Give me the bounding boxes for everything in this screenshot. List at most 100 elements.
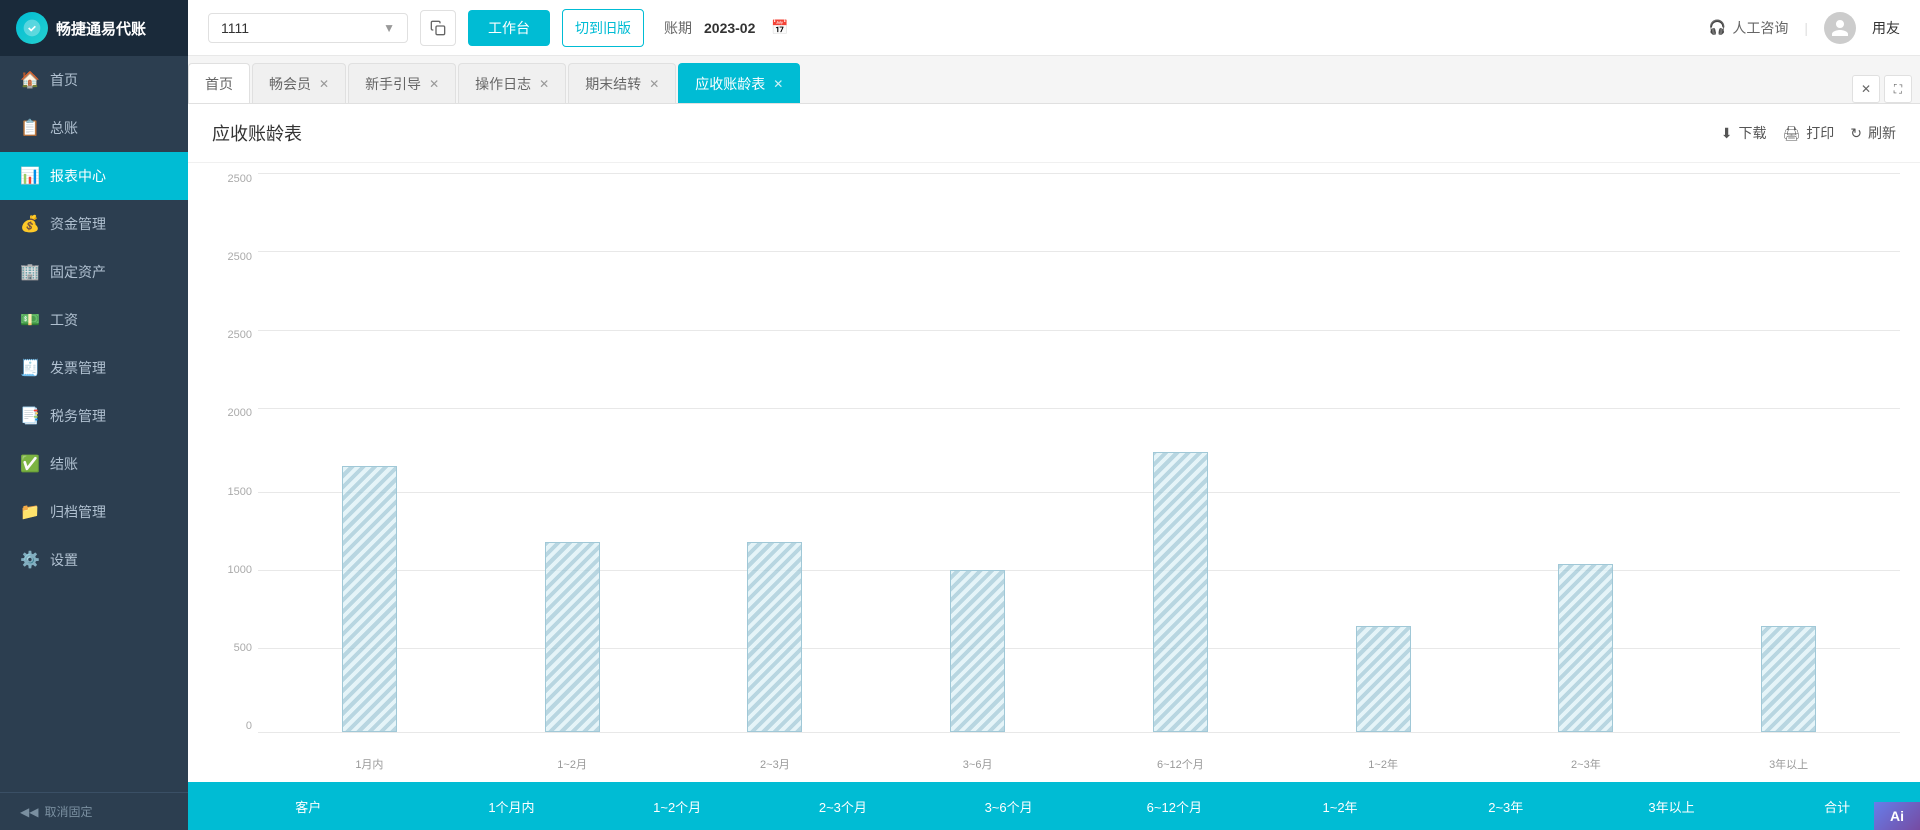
logo-icon	[16, 12, 48, 44]
tab-oplog[interactable]: 操作日志 ✕	[458, 63, 566, 103]
funds-icon: 💰	[20, 214, 40, 234]
x-label-5: 1~2年	[1356, 756, 1411, 772]
tab-guide[interactable]: 新手引导✕	[348, 63, 456, 103]
bar-group-6	[1558, 564, 1613, 732]
x-axis: 1月内 1~2月 2~3月 3~6月 6~12个月 1~2年 2~3年 3年以上	[258, 756, 1900, 772]
bar-group-4	[1153, 452, 1208, 732]
x-label-6: 2~3年	[1558, 756, 1613, 772]
x-label-4: 6~12个月	[1153, 756, 1208, 772]
bar-4	[1153, 452, 1208, 732]
salary-icon: 💵	[20, 310, 40, 330]
tab-home[interactable]: 首页	[188, 63, 250, 103]
support-button[interactable]: 🎧 人工咨询	[1709, 18, 1788, 38]
y-label: 2500	[228, 251, 252, 263]
copy-button[interactable]	[420, 10, 456, 46]
sidebar: 畅捷通易代账 🏠 首页 📋 总账 📊 报表中心 💰 资金管理 🏢 固定资产 💵 …	[0, 0, 188, 830]
tax-icon: 📑	[20, 406, 40, 426]
close-icon: ✅	[20, 454, 40, 474]
switch-old-button[interactable]: 切到旧版	[562, 9, 644, 47]
archive-icon: 📁	[20, 502, 40, 522]
chart-plot-area	[258, 173, 1900, 732]
tab-close-period-end[interactable]: ✕	[649, 78, 659, 90]
chart-container: 2500250025002000150010005000	[188, 163, 1920, 782]
tabs-actions: ✕ ⛶	[1844, 75, 1920, 103]
settings-icon: ⚙️	[20, 550, 40, 570]
sidebar-item-archive[interactable]: 📁 归档管理	[0, 488, 188, 536]
collapse-icon: ◀◀	[20, 805, 38, 819]
page-title: 应收账龄表	[212, 120, 302, 146]
sidebar-label-invoice: 发票管理	[50, 358, 106, 378]
bar-group-0	[342, 466, 397, 732]
bar-group-3	[950, 570, 1005, 732]
sidebar-item-funds[interactable]: 💰 资金管理	[0, 200, 188, 248]
table-header-2: 1~2个月	[594, 797, 760, 816]
x-label-3: 3~6月	[950, 756, 1005, 772]
download-label: 下载	[1738, 123, 1766, 143]
sidebar-item-tax[interactable]: 📑 税务管理	[0, 392, 188, 440]
logo-text: 畅捷通易代账	[56, 18, 146, 39]
y-axis: 2500250025002000150010005000	[212, 173, 252, 732]
print-button[interactable]: 🖨 打印	[1782, 123, 1834, 143]
y-label: 2500	[228, 173, 252, 185]
bar-0	[342, 466, 397, 732]
tab-close-member[interactable]: ✕	[319, 78, 329, 90]
download-button[interactable]: ⬇ 下载	[1721, 123, 1767, 143]
calendar-icon[interactable]: 📅	[771, 19, 788, 36]
sidebar-item-ledger[interactable]: 📋 总账	[0, 104, 188, 152]
tab-aging[interactable]: 应收账龄表✕	[678, 63, 800, 103]
header-right: 🎧 人工咨询 | 用友	[1709, 12, 1900, 44]
tab-label-home: 首页	[205, 74, 233, 94]
tab-period-end[interactable]: 期末结转 ✕	[568, 63, 676, 103]
print-icon: 🖨	[1782, 125, 1800, 142]
sidebar-label-assets: 固定资产	[50, 262, 106, 282]
ai-badge[interactable]: Ai	[1874, 802, 1920, 830]
content-area: 应收账龄表 ⬇ 下载 🖨 打印 ↻ 刷新	[188, 104, 1920, 830]
table-header-1: 1个月内	[429, 797, 595, 816]
sidebar-label-archive: 归档管理	[50, 502, 106, 522]
sidebar-label-settings: 设置	[50, 550, 78, 570]
sidebar-item-home[interactable]: 🏠 首页	[0, 56, 188, 104]
refresh-button[interactable]: ↻ 刷新	[1850, 123, 1896, 143]
x-label-7: 3年以上	[1761, 756, 1816, 772]
sidebar-logo[interactable]: 畅捷通易代账	[0, 0, 188, 56]
sidebar-item-assets[interactable]: 🏢 固定资产	[0, 248, 188, 296]
content-actions: ⬇ 下载 🖨 打印 ↻ 刷新	[1721, 123, 1896, 143]
tab-member[interactable]: 畅会员 ✕	[252, 63, 346, 103]
company-selector[interactable]: 1111 ▼	[208, 13, 408, 43]
company-name: 1111	[221, 20, 375, 36]
tab-label-member: 畅会员	[269, 74, 311, 94]
sidebar-label-close: 结账	[50, 454, 78, 474]
bar-group-1	[545, 542, 600, 732]
tab-close-aging[interactable]: ✕	[773, 78, 783, 90]
grid-line	[258, 732, 1900, 733]
tab-close-guide[interactable]: ✕	[429, 78, 439, 90]
tab-close-oplog[interactable]: ✕	[539, 78, 549, 90]
bar-5	[1356, 626, 1411, 732]
assets-icon: 🏢	[20, 262, 40, 282]
maximize-tab-button[interactable]: ⛶	[1884, 75, 1912, 103]
tab-label-period-end: 期末结转	[585, 74, 641, 94]
bar-group-2	[747, 542, 802, 732]
refresh-label: 刷新	[1868, 123, 1896, 143]
sidebar-label-ledger: 总账	[50, 118, 78, 138]
headset-icon: 🎧	[1709, 19, 1726, 36]
workbench-button[interactable]: 工作台	[468, 10, 550, 46]
tab-label-oplog: 操作日志	[475, 74, 531, 94]
sidebar-label-salary: 工资	[50, 310, 78, 330]
sidebar-item-salary[interactable]: 💵 工资	[0, 296, 188, 344]
sidebar-item-invoice[interactable]: 🧾 发票管理	[0, 344, 188, 392]
sidebar-item-reports[interactable]: 📊 报表中心	[0, 152, 188, 200]
invoice-icon: 🧾	[20, 358, 40, 378]
sidebar-item-close[interactable]: ✅ 结账	[0, 440, 188, 488]
sidebar-item-settings[interactable]: ⚙️ 设置	[0, 536, 188, 584]
period-value: 2023-02	[704, 20, 755, 36]
sidebar-nav: 🏠 首页 📋 总账 📊 报表中心 💰 资金管理 🏢 固定资产 💵 工资 🧾 发票…	[0, 56, 188, 792]
close-tab-button[interactable]: ✕	[1852, 75, 1880, 103]
y-label: 500	[234, 642, 252, 654]
user-name[interactable]: 用友	[1872, 18, 1900, 38]
refresh-icon: ↻	[1850, 125, 1862, 142]
main-area: 1111 ▼ 工作台 切到旧版 账期 2023-02 📅 🎧 人工咨询 |	[188, 0, 1920, 830]
table-header-row: 客户1个月内1~2个月2~3个月3~6个月6~12个月1~2年2~3年3年以上合…	[188, 782, 1920, 830]
table-header-5: 6~12个月	[1091, 797, 1257, 816]
sidebar-collapse-btn[interactable]: ◀◀ 取消固定	[0, 792, 188, 830]
